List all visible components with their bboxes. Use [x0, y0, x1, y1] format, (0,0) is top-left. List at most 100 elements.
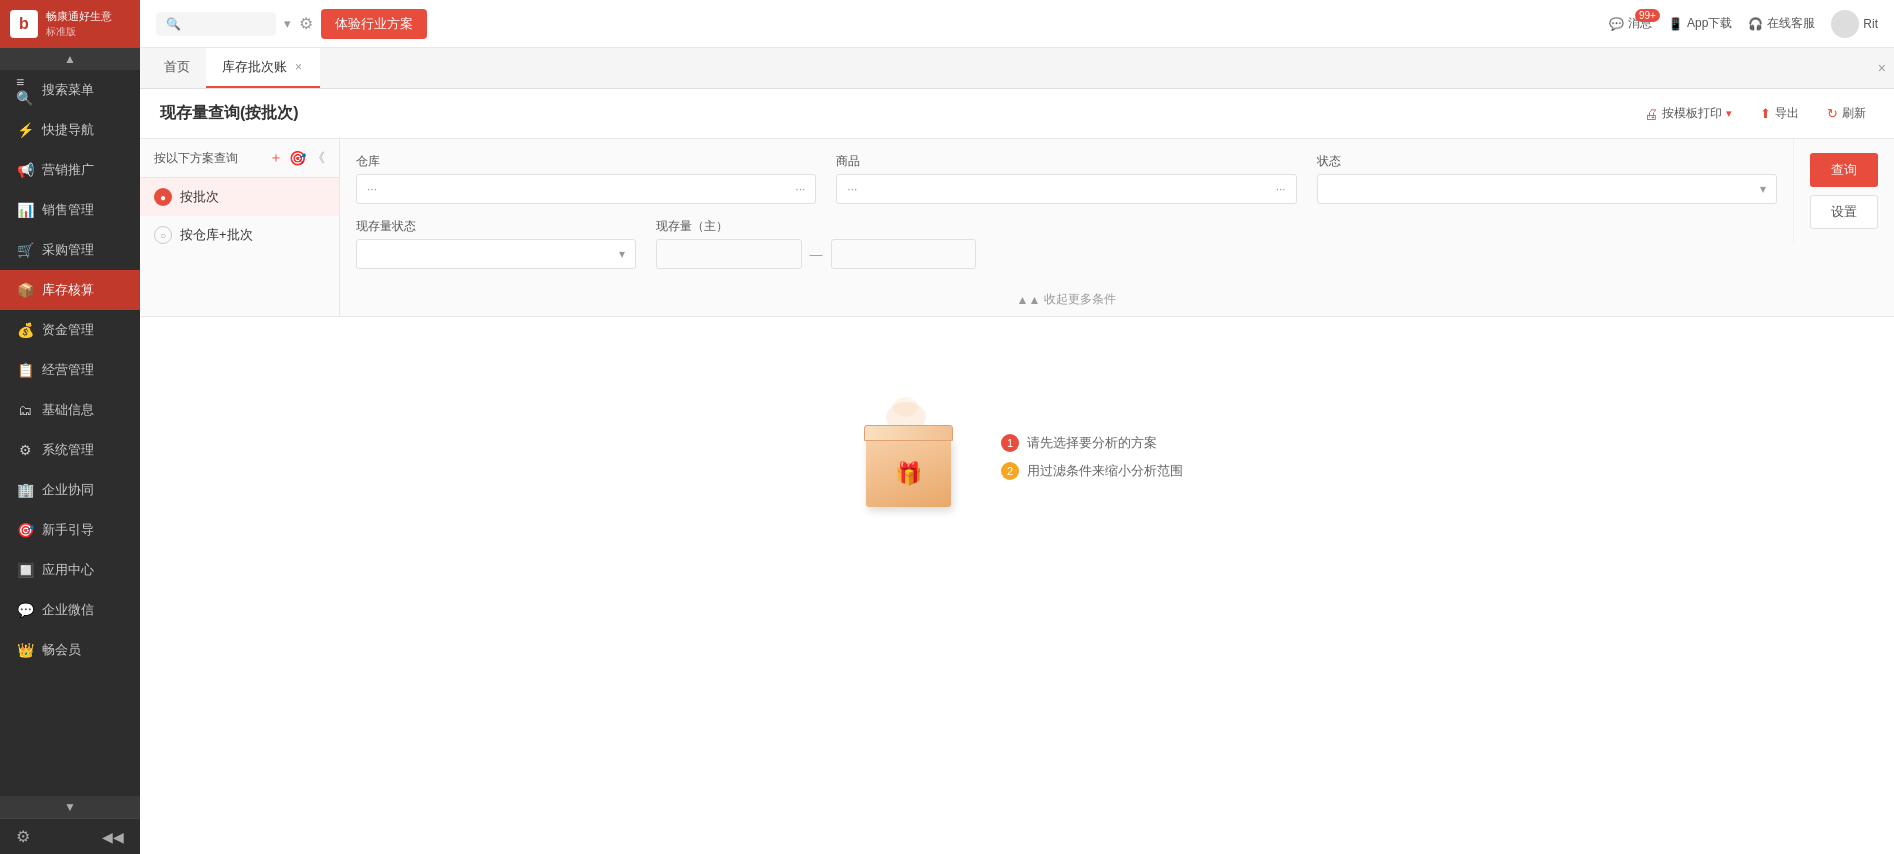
- print-template-button[interactable]: 🖨 按模板打印 ▾: [1636, 101, 1740, 126]
- sidebar-item-base-info[interactable]: 🗂 基础信息: [0, 390, 140, 430]
- base-info-icon: 🗂: [16, 401, 34, 419]
- tab-home-label: 首页: [164, 58, 190, 76]
- app-download-label: App下载: [1687, 15, 1732, 32]
- warehouse-more-icon[interactable]: ···: [795, 182, 805, 196]
- sidebar-item-enterprise-wechat[interactable]: 💬 企业微信: [0, 590, 140, 630]
- marketing-icon: 📢: [16, 161, 34, 179]
- sidebar-item-search-menu[interactable]: ≡🔍 搜索菜单: [0, 70, 140, 110]
- product-placeholder: ···: [847, 182, 857, 196]
- search-menu-icon: ≡🔍: [16, 81, 34, 99]
- tab-home[interactable]: 首页: [148, 48, 206, 88]
- sidebar: b 畅康通好生意 标准版 ▲ ≡🔍 搜索菜单 ⚡ 快捷导航 📢 营销推广 📊 销…: [0, 0, 140, 854]
- filter-sidebar-header: 按以下方案查询 ＋ 🎯 《: [140, 139, 339, 178]
- sidebar-item-purchase[interactable]: 🛒 采购管理: [0, 230, 140, 270]
- sidebar-item-app-center[interactable]: 🔲 应用中心: [0, 550, 140, 590]
- settings-icon[interactable]: ⚙: [16, 827, 30, 846]
- sidebar-header: b 畅康通好生意 标准版: [0, 0, 140, 48]
- query-button[interactable]: 查询: [1810, 153, 1878, 187]
- step-1-badge: 1: [1001, 434, 1019, 452]
- scheme-settings-icon[interactable]: 🎯: [289, 150, 306, 166]
- brand-sub: 标准版: [46, 25, 112, 39]
- sidebar-item-marketing[interactable]: 📢 营销推广: [0, 150, 140, 190]
- status-dropdown-icon: ▾: [1760, 182, 1766, 196]
- sidebar-item-operations[interactable]: 📋 经营管理: [0, 350, 140, 390]
- topbar-chevron-icon[interactable]: ▾: [284, 16, 291, 31]
- filter-sidebar-icons: ＋ 🎯 《: [269, 149, 325, 167]
- scheme-item-by-warehouse-batch[interactable]: ○ 按仓库+批次: [140, 216, 339, 254]
- page-header: 现存量查询(按批次) 🖨 按模板打印 ▾ ⬆ 导出 ↻ 刷新: [140, 89, 1894, 139]
- tabbar: 首页 库存批次账 × ×: [140, 48, 1894, 89]
- warehouse-label: 仓库: [356, 153, 816, 170]
- tab-inventory-batch[interactable]: 库存批次账 ×: [206, 48, 320, 88]
- online-service-button[interactable]: 🎧 在线客服: [1748, 15, 1815, 32]
- username-label: Rit: [1863, 17, 1878, 31]
- filter-field-warehouse: 仓库 ··· ···: [356, 153, 816, 204]
- app-center-icon: 🔲: [16, 561, 34, 579]
- empty-illustration: 🎁: [851, 397, 971, 517]
- app-download-icon: 📱: [1668, 17, 1683, 31]
- inventory-icon: 📦: [16, 281, 34, 299]
- sidebar-item-enterprise[interactable]: 🏢 企业协同: [0, 470, 140, 510]
- main-area: 🔍 ▾ ⚙ 体验行业方案 💬 消息 99+ 📱 App下载 🎧 在线客服 Ri: [140, 0, 1894, 854]
- tabbar-close-button[interactable]: ×: [1878, 60, 1886, 76]
- refresh-icon: ↻: [1827, 106, 1838, 121]
- online-service-label: 在线客服: [1767, 15, 1815, 32]
- sidebar-item-inventory[interactable]: 📦 库存核算: [0, 270, 140, 310]
- messages-button[interactable]: 💬 消息 99+: [1609, 15, 1652, 32]
- inventory-qty-label: 现存量（主）: [656, 218, 976, 235]
- inventory-status-label: 现存量状态: [356, 218, 636, 235]
- scheme-inactive-icon: ○: [154, 226, 172, 244]
- filter-scheme-sidebar: 按以下方案查询 ＋ 🎯 《 ● 按批次 ○ 按仓库+批次: [140, 139, 340, 316]
- inventory-status-dropdown-icon: ▾: [619, 247, 625, 261]
- collapse-filter-sidebar-icon[interactable]: 《: [312, 149, 325, 167]
- brand-name: 畅康通好生意: [46, 9, 112, 24]
- collapse-more-conditions-button[interactable]: ▲▲ 收起更多条件: [356, 283, 1777, 316]
- collapse-sidebar-icon[interactable]: ◀◀: [102, 829, 124, 845]
- product-more-icon[interactable]: ···: [1276, 182, 1286, 196]
- experience-industry-button[interactable]: 体验行业方案: [321, 9, 427, 39]
- product-input[interactable]: ··· ···: [836, 174, 1296, 204]
- inventory-qty-max-input[interactable]: [831, 239, 977, 269]
- warehouse-placeholder: ···: [367, 182, 377, 196]
- empty-state: 🎁 1 请先选择要分析的方案 2 用过滤条件来缩小分析范围: [140, 317, 1894, 597]
- warehouse-input[interactable]: ··· ···: [356, 174, 816, 204]
- add-scheme-icon[interactable]: ＋: [269, 149, 283, 167]
- page-content: 现存量查询(按批次) 🖨 按模板打印 ▾ ⬆ 导出 ↻ 刷新: [140, 89, 1894, 854]
- sidebar-item-finance[interactable]: 💰 资金管理: [0, 310, 140, 350]
- topbar-right: 💬 消息 99+ 📱 App下载 🎧 在线客服 Rit: [1609, 10, 1878, 38]
- filter-form: 仓库 ··· ··· 商品 ··· ···: [340, 139, 1793, 316]
- purchase-icon: 🛒: [16, 241, 34, 259]
- inventory-status-select[interactable]: ▾: [356, 239, 636, 269]
- sidebar-scroll-down[interactable]: ▼: [0, 796, 140, 818]
- settings-button[interactable]: 设置: [1810, 195, 1878, 229]
- topbar-gear-icon[interactable]: ⚙: [299, 14, 313, 33]
- inventory-qty-min-input[interactable]: [656, 239, 802, 269]
- export-label: 导出: [1775, 105, 1799, 122]
- tab-inventory-batch-label: 库存批次账: [222, 58, 287, 76]
- sidebar-scroll-up[interactable]: ▲: [0, 48, 140, 70]
- filter-field-inventory-qty: 现存量（主） —: [656, 218, 976, 269]
- sidebar-item-sales[interactable]: 📊 销售管理: [0, 190, 140, 230]
- export-button[interactable]: ⬆ 导出: [1752, 101, 1807, 126]
- step-2-badge: 2: [1001, 462, 1019, 480]
- topbar-search-bar[interactable]: 🔍: [156, 12, 276, 36]
- sidebar-item-quick-nav[interactable]: ⚡ 快捷导航: [0, 110, 140, 150]
- message-icon: 💬: [1609, 17, 1624, 31]
- topbar-search-icon: 🔍: [166, 17, 181, 31]
- sidebar-item-new-guide[interactable]: 🎯 新手引导: [0, 510, 140, 550]
- print-dropdown-icon[interactable]: ▾: [1726, 107, 1732, 120]
- status-select[interactable]: ▾: [1317, 174, 1777, 204]
- filter-field-status: 状态 ▾: [1317, 153, 1777, 204]
- empty-tips: 1 请先选择要分析的方案 2 用过滤条件来缩小分析范围: [1001, 434, 1183, 480]
- vip-icon: 👑: [16, 641, 34, 659]
- refresh-button[interactable]: ↻ 刷新: [1819, 101, 1874, 126]
- enterprise-wechat-icon: 💬: [16, 601, 34, 619]
- filter-row-1: 仓库 ··· ··· 商品 ··· ···: [356, 153, 1777, 204]
- app-download-button[interactable]: 📱 App下载: [1668, 15, 1732, 32]
- user-avatar-button[interactable]: Rit: [1831, 10, 1878, 38]
- tab-close-icon[interactable]: ×: [293, 60, 304, 74]
- inventory-qty-range: —: [656, 239, 976, 269]
- sidebar-item-vip[interactable]: 👑 畅会员: [0, 630, 140, 670]
- scheme-item-by-batch[interactable]: ● 按批次: [140, 178, 339, 216]
- sidebar-item-system[interactable]: ⚙ 系统管理: [0, 430, 140, 470]
